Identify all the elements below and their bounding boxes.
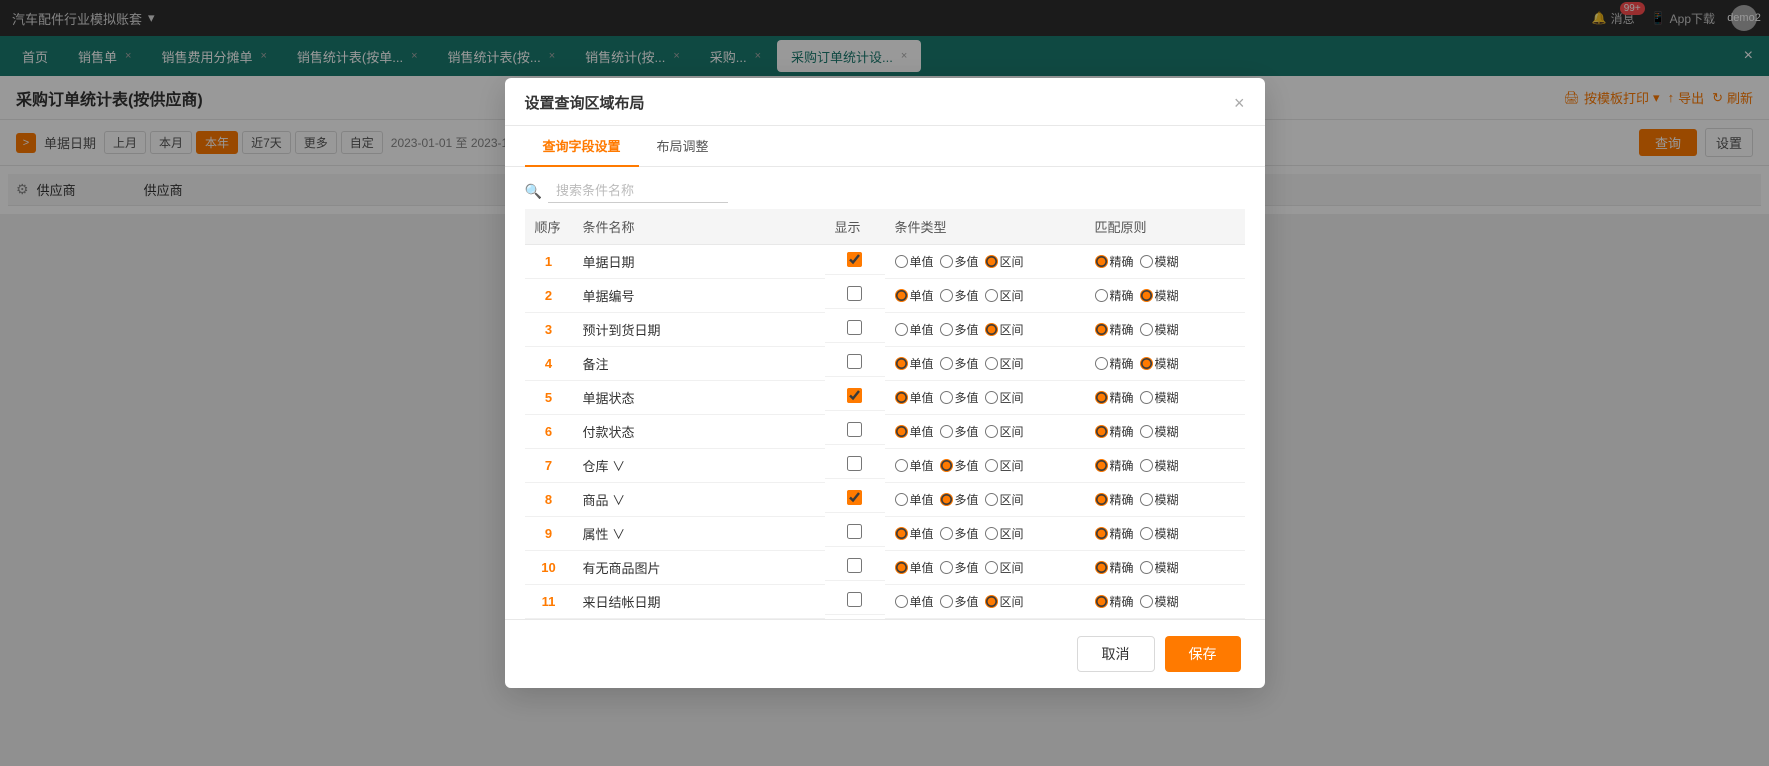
col-header-display: 显示 (825, 209, 885, 245)
row-order: 5 (525, 381, 573, 415)
row-match-radios: 精确模糊 (1085, 415, 1245, 449)
table-row: 7仓库 ∨ 单值多值区间精确模糊 (525, 449, 1245, 483)
row-display-checkbox[interactable] (825, 551, 885, 581)
row-match-radios: 精确模糊 (1085, 279, 1245, 313)
modal-header: 设置查询区域布局 × (505, 78, 1265, 126)
row-match-radios: 精确模糊 (1085, 347, 1245, 381)
row-match-radios: 精确模糊 (1085, 517, 1245, 551)
table-row: 2单据编号 单值多值区间精确模糊 (525, 279, 1245, 313)
row-order: 2 (525, 279, 573, 313)
row-match-radios: 精确模糊 (1085, 585, 1245, 619)
row-order: 4 (525, 347, 573, 381)
table-row: 11来日结帐日期 单值多值区间精确模糊 (525, 585, 1245, 619)
table-row: 9属性 ∨ 单值多值区间精确模糊 (525, 517, 1245, 551)
row-condition-name: 商品 ∨ (573, 483, 825, 517)
row-match-radios: 精确模糊 (1085, 483, 1245, 517)
row-type-radios: 单值多值区间 (885, 449, 1085, 483)
row-display-checkbox[interactable] (825, 585, 885, 615)
table-row: 4备注 单值多值区间精确模糊 (525, 347, 1245, 381)
row-condition-name: 属性 ∨ (573, 517, 825, 551)
modal-table-wrap: 顺序 条件名称 显示 条件类型 匹配原则 1单据日期单值多值区间精确模糊2单据编… (505, 209, 1265, 619)
row-order: 6 (525, 415, 573, 449)
table-row: 8商品 ∨ 单值多值区间精确模糊 (525, 483, 1245, 517)
row-order: 7 (525, 449, 573, 483)
row-display-checkbox[interactable] (825, 279, 885, 309)
row-order: 10 (525, 551, 573, 585)
search-icon: 🔍 (525, 183, 542, 200)
row-match-radios: 精确模糊 (1085, 449, 1245, 483)
table-row: 10有无商品图片 单值多值区间精确模糊 (525, 551, 1245, 585)
row-type-radios: 单值多值区间 (885, 245, 1085, 279)
row-condition-name: 预计到货日期 (573, 313, 825, 347)
table-row: 1单据日期 单值多值区间精确模糊 (525, 245, 1245, 279)
table-row: 5单据状态 单值多值区间精确模糊 (525, 381, 1245, 415)
row-condition-name: 有无商品图片 (573, 551, 825, 585)
row-match-radios: 精确模糊 (1085, 381, 1245, 415)
row-order: 11 (525, 585, 573, 619)
row-display-checkbox[interactable] (825, 415, 885, 445)
row-condition-name: 备注 (573, 347, 825, 381)
conditions-table: 顺序 条件名称 显示 条件类型 匹配原则 1单据日期单值多值区间精确模糊2单据编… (525, 209, 1245, 619)
row-condition-name: 单据编号 (573, 279, 825, 313)
row-type-radios: 单值多值区间 (885, 517, 1085, 551)
modal-tab-layout[interactable]: 布局调整 (639, 126, 727, 167)
row-display-checkbox[interactable] (825, 381, 885, 411)
modal-footer: 取消 保存 (505, 619, 1265, 688)
row-order: 1 (525, 245, 573, 279)
save-button[interactable]: 保存 (1165, 636, 1241, 672)
row-order: 9 (525, 517, 573, 551)
modal-title: 设置查询区域布局 (525, 92, 645, 113)
row-condition-name: 单据日期 (573, 245, 825, 279)
row-display-checkbox[interactable] (825, 483, 885, 513)
row-match-radios: 精确模糊 (1085, 551, 1245, 585)
row-display-checkbox[interactable] (825, 245, 885, 275)
row-type-radios: 单值多值区间 (885, 483, 1085, 517)
row-order: 8 (525, 483, 573, 517)
row-type-radios: 单值多值区间 (885, 551, 1085, 585)
row-condition-name: 付款状态 (573, 415, 825, 449)
row-type-radios: 单值多值区间 (885, 313, 1085, 347)
modal-overlay: 设置查询区域布局 × 查询字段设置 布局调整 🔍 顺序 条件名称 (0, 0, 1769, 766)
row-match-radios: 精确模糊 (1085, 313, 1245, 347)
search-input[interactable] (548, 179, 728, 203)
row-display-checkbox[interactable] (825, 313, 885, 343)
col-header-order: 顺序 (525, 209, 573, 245)
modal-tab-fields[interactable]: 查询字段设置 (525, 126, 639, 167)
row-type-radios: 单值多值区间 (885, 347, 1085, 381)
cancel-button[interactable]: 取消 (1077, 636, 1155, 672)
col-header-match: 匹配原则 (1085, 209, 1245, 245)
row-match-radios: 精确模糊 (1085, 245, 1245, 279)
col-header-type: 条件类型 (885, 209, 1085, 245)
modal-search-area: 🔍 (505, 167, 1265, 209)
row-order: 3 (525, 313, 573, 347)
row-display-checkbox[interactable] (825, 517, 885, 547)
modal-close-button[interactable]: × (1234, 94, 1245, 112)
row-type-radios: 单值多值区间 (885, 381, 1085, 415)
modal-dialog: 设置查询区域布局 × 查询字段设置 布局调整 🔍 顺序 条件名称 (505, 78, 1265, 688)
row-condition-name: 单据状态 (573, 381, 825, 415)
col-header-name: 条件名称 (573, 209, 825, 245)
row-condition-name: 仓库 ∨ (573, 449, 825, 483)
modal-tabs: 查询字段设置 布局调整 (505, 126, 1265, 167)
row-type-radios: 单值多值区间 (885, 279, 1085, 313)
table-row: 6付款状态 单值多值区间精确模糊 (525, 415, 1245, 449)
row-display-checkbox[interactable] (825, 347, 885, 377)
row-type-radios: 单值多值区间 (885, 415, 1085, 449)
row-type-radios: 单值多值区间 (885, 585, 1085, 619)
table-row: 3预计到货日期 单值多值区间精确模糊 (525, 313, 1245, 347)
row-condition-name: 来日结帐日期 (573, 585, 825, 619)
row-display-checkbox[interactable] (825, 449, 885, 479)
